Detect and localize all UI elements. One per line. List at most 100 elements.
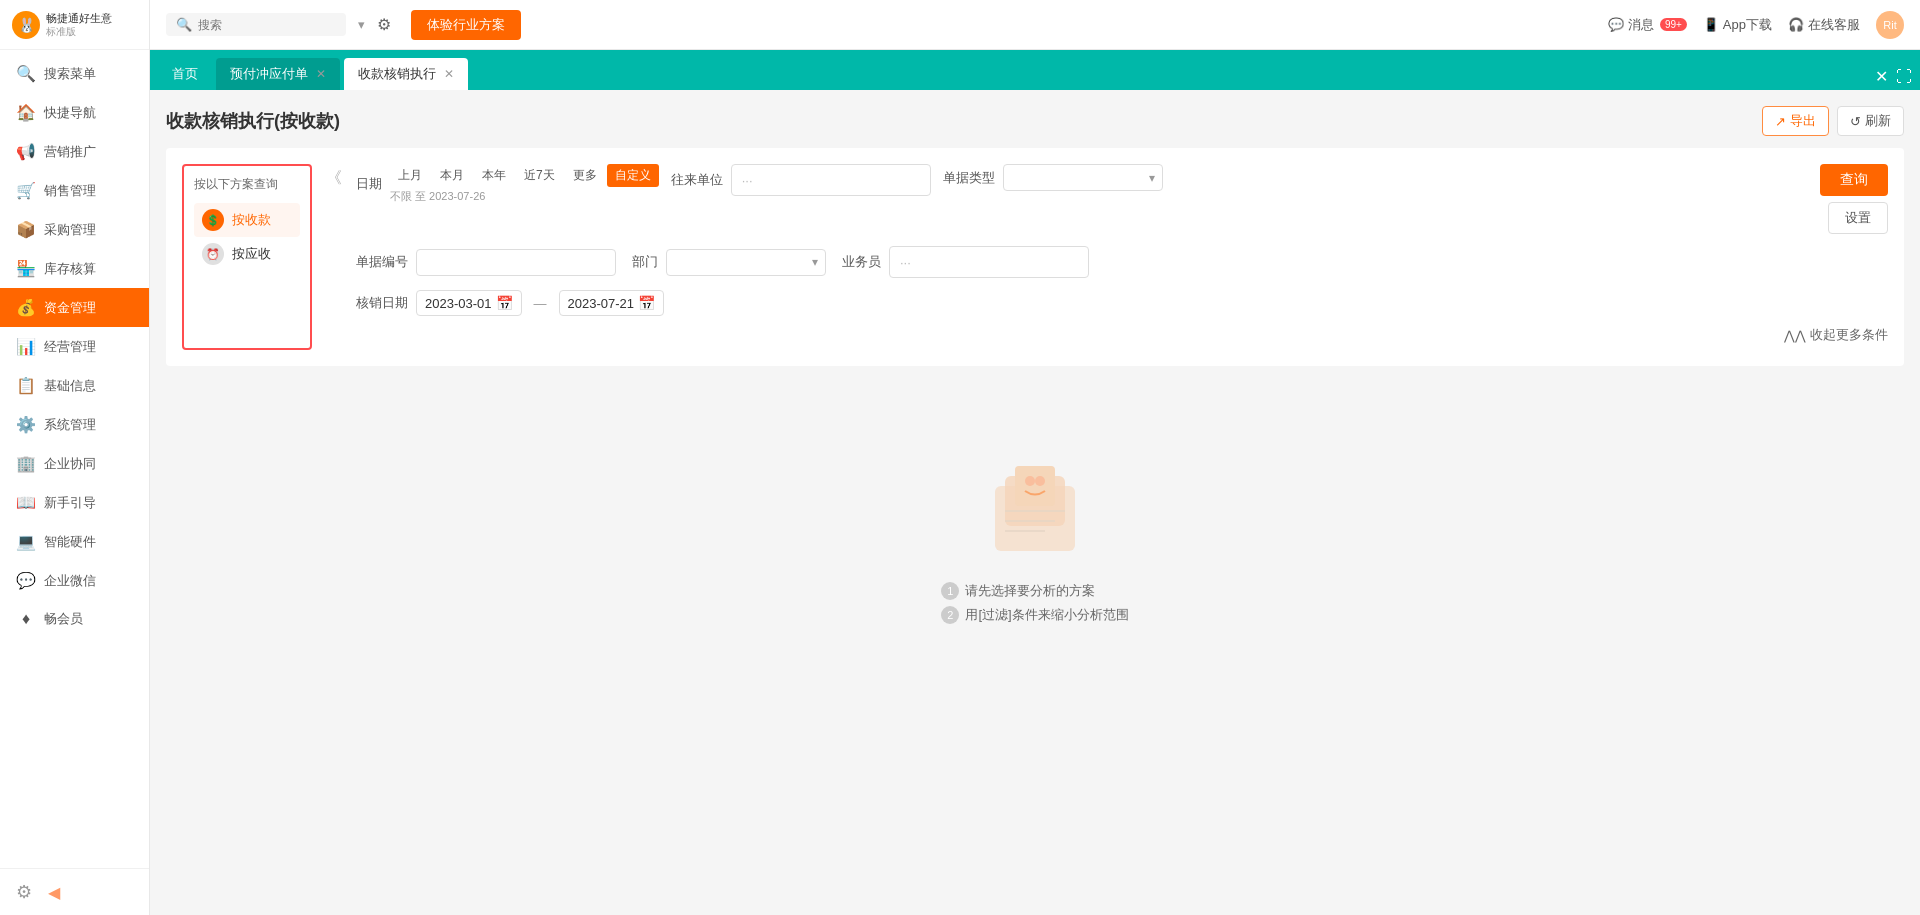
collapse-more-btn[interactable]: ⋀⋀ 收起更多条件	[356, 320, 1888, 350]
sidebar-item-member[interactable]: ♦畅会员	[0, 600, 149, 638]
date-label: 日期	[356, 175, 382, 193]
online-service-label: 在线客服	[1808, 16, 1860, 34]
tab-close-prepay[interactable]: ✕	[316, 67, 326, 81]
page-title: 收款核销执行(按收款)	[166, 109, 340, 133]
department-select[interactable]	[666, 249, 826, 276]
headset-icon: 🎧	[1788, 17, 1804, 32]
collapse-up-icon: ⋀⋀	[1784, 328, 1806, 343]
sidebar-item-system[interactable]: ⚙️系统管理	[0, 405, 149, 444]
receivable-icon: ⏰	[202, 243, 224, 265]
filter-form: 日期 上月 本月 本年 近7天 更多 自定义 不限 至 2023-07-26	[356, 164, 1888, 350]
sidebar-bottom: ⚙ ◀	[0, 868, 149, 915]
refresh-btn[interactable]: ↺ 刷新	[1837, 106, 1904, 136]
empty-hint-1: 1 请先选择要分析的方案	[941, 582, 1128, 600]
filter-option-receivable-label: 按应收	[232, 245, 271, 263]
basic-icon: 📋	[16, 376, 36, 395]
collapse-sidebar-icon[interactable]: ◀	[48, 883, 60, 902]
date-tab-last-month[interactable]: 上月	[390, 164, 430, 187]
write-off-date-start-picker[interactable]: 2023-03-01 📅	[416, 290, 522, 316]
inventory-icon: 🏪	[16, 259, 36, 278]
app-download-item[interactable]: 📱 App下载	[1703, 16, 1772, 34]
voucher-type-select-wrapper	[1003, 164, 1163, 191]
tab-close-receivable[interactable]: ✕	[444, 67, 454, 81]
sidebar-item-inventory[interactable]: 🏪库存核算	[0, 249, 149, 288]
sidebar: 🐰 畅捷通好生意 标准版 🔍搜索菜单🏠快捷导航📢营销推广🛒销售管理📦采购管理🏪库…	[0, 0, 150, 915]
filter-option-by-receipt[interactable]: 💲 按收款	[194, 203, 300, 237]
svg-rect-2	[1015, 466, 1055, 506]
voucher-type-select[interactable]	[1003, 164, 1163, 191]
main-area: 🔍 ▾ ⚙ 体验行业方案 💬 消息 99+ 📱 App下载 🎧 在线客服 Rit	[150, 0, 1920, 915]
message-badge: 99+	[1660, 18, 1687, 31]
salesperson-dots-icon: ···	[900, 255, 911, 270]
message-icon: 💬	[1608, 17, 1624, 32]
sidebar-item-search-menu[interactable]: 🔍搜索菜单	[0, 54, 149, 93]
filter-panel: 按以下方案查询 💲 按收款 ⏰ 按应收 《	[166, 148, 1904, 366]
filter-sidebar-title: 按以下方案查询	[194, 176, 300, 193]
write-off-date-end-picker[interactable]: 2023-07-21 📅	[559, 290, 665, 316]
tab-home[interactable]: 首页	[158, 58, 212, 90]
sidebar-item-marketing[interactable]: 📢营销推广	[0, 132, 149, 171]
expand-icon[interactable]: ⛶	[1896, 68, 1912, 86]
date-tab-this-month[interactable]: 本月	[432, 164, 472, 187]
sidebar-item-purchase[interactable]: 📦采购管理	[0, 210, 149, 249]
voucher-no-input[interactable]	[416, 249, 616, 276]
search-bar[interactable]: 🔍	[166, 13, 346, 36]
filter-collapse-btn[interactable]: 《	[324, 164, 344, 189]
tab-label-receivable: 收款核销执行	[358, 65, 436, 83]
calendar-end-icon: 📅	[638, 295, 655, 311]
chevron-left-icon: 《	[326, 168, 342, 189]
sidebar-item-guide[interactable]: 📖新手引导	[0, 483, 149, 522]
date-tab-more[interactable]: 更多	[565, 164, 605, 187]
date-tabs: 上月 本月 本年 近7天 更多 自定义	[390, 164, 659, 187]
tabbar-actions: ✕ ⛶	[1875, 67, 1912, 90]
svg-point-4	[1035, 476, 1045, 486]
settings-icon[interactable]: ⚙	[16, 881, 32, 903]
search-input[interactable]	[198, 18, 318, 32]
date-hint: 不限 至 2023-07-26	[390, 189, 659, 204]
sidebar-item-wechat[interactable]: 💬企业微信	[0, 561, 149, 600]
department-select-wrapper	[666, 249, 826, 276]
topbar-right: 💬 消息 99+ 📱 App下载 🎧 在线客服 Rit	[1608, 11, 1904, 39]
sidebar-item-operation[interactable]: 📊经营管理	[0, 327, 149, 366]
query-btn[interactable]: 查询	[1820, 164, 1888, 196]
voucher-type-label: 单据类型	[943, 169, 995, 187]
gear-icon[interactable]: ⚙	[377, 15, 391, 34]
sidebar-item-sales[interactable]: 🛒销售管理	[0, 171, 149, 210]
tab-receivable[interactable]: 收款核销执行 ✕	[344, 58, 468, 90]
user-avatar[interactable]: Rit	[1876, 11, 1904, 39]
logo-name: 畅捷通好生意	[46, 11, 112, 25]
sidebar-item-hardware[interactable]: 💻智能硬件	[0, 522, 149, 561]
message-item[interactable]: 💬 消息 99+	[1608, 16, 1687, 34]
settings-btn[interactable]: 设置	[1828, 202, 1888, 234]
industry-btn[interactable]: 体验行业方案	[411, 10, 521, 40]
hint-text-2: 用[过滤]条件来缩小分析范围	[965, 606, 1128, 624]
sidebar-item-finance[interactable]: 💰资金管理	[0, 288, 149, 327]
sidebar-item-basic[interactable]: 📋基础信息	[0, 366, 149, 405]
write-off-date-start-value: 2023-03-01	[425, 296, 492, 311]
sidebar-item-enterprise[interactable]: 🏢企业协同	[0, 444, 149, 483]
app-icon: 📱	[1703, 17, 1719, 32]
salesperson-input[interactable]: ···	[889, 246, 1089, 278]
quick-nav-icon: 🏠	[16, 103, 36, 122]
search-icon: 🔍	[176, 17, 192, 32]
export-btn[interactable]: ↗ 导出	[1762, 106, 1829, 136]
filter-option-by-receivable[interactable]: ⏰ 按应收	[194, 237, 300, 271]
tab-prepay[interactable]: 预付冲应付单✕	[216, 58, 340, 90]
finance-icon: 💰	[16, 298, 36, 317]
hint-num-1: 1	[941, 582, 959, 600]
close-window-icon[interactable]: ✕	[1875, 67, 1888, 86]
wechat-icon: 💬	[16, 571, 36, 590]
dropdown-icon[interactable]: ▾	[358, 17, 365, 32]
app-download-label: App下载	[1723, 16, 1772, 34]
counterparty-input[interactable]: ···	[731, 164, 931, 196]
empty-illustration	[975, 446, 1095, 566]
date-tab-this-year[interactable]: 本年	[474, 164, 514, 187]
sidebar-nav: 🔍搜索菜单🏠快捷导航📢营销推广🛒销售管理📦采购管理🏪库存核算💰资金管理📊经营管理…	[0, 50, 149, 868]
counterparty-label: 往来单位	[671, 171, 723, 189]
online-service-item[interactable]: 🎧 在线客服	[1788, 16, 1860, 34]
empty-hint-2: 2 用[过滤]条件来缩小分析范围	[941, 606, 1128, 624]
date-tab-custom[interactable]: 自定义	[607, 164, 659, 187]
date-tab-7days[interactable]: 近7天	[516, 164, 563, 187]
empty-state: 1 请先选择要分析的方案 2 用[过滤]条件来缩小分析范围	[166, 366, 1904, 704]
sidebar-item-quick-nav[interactable]: 🏠快捷导航	[0, 93, 149, 132]
